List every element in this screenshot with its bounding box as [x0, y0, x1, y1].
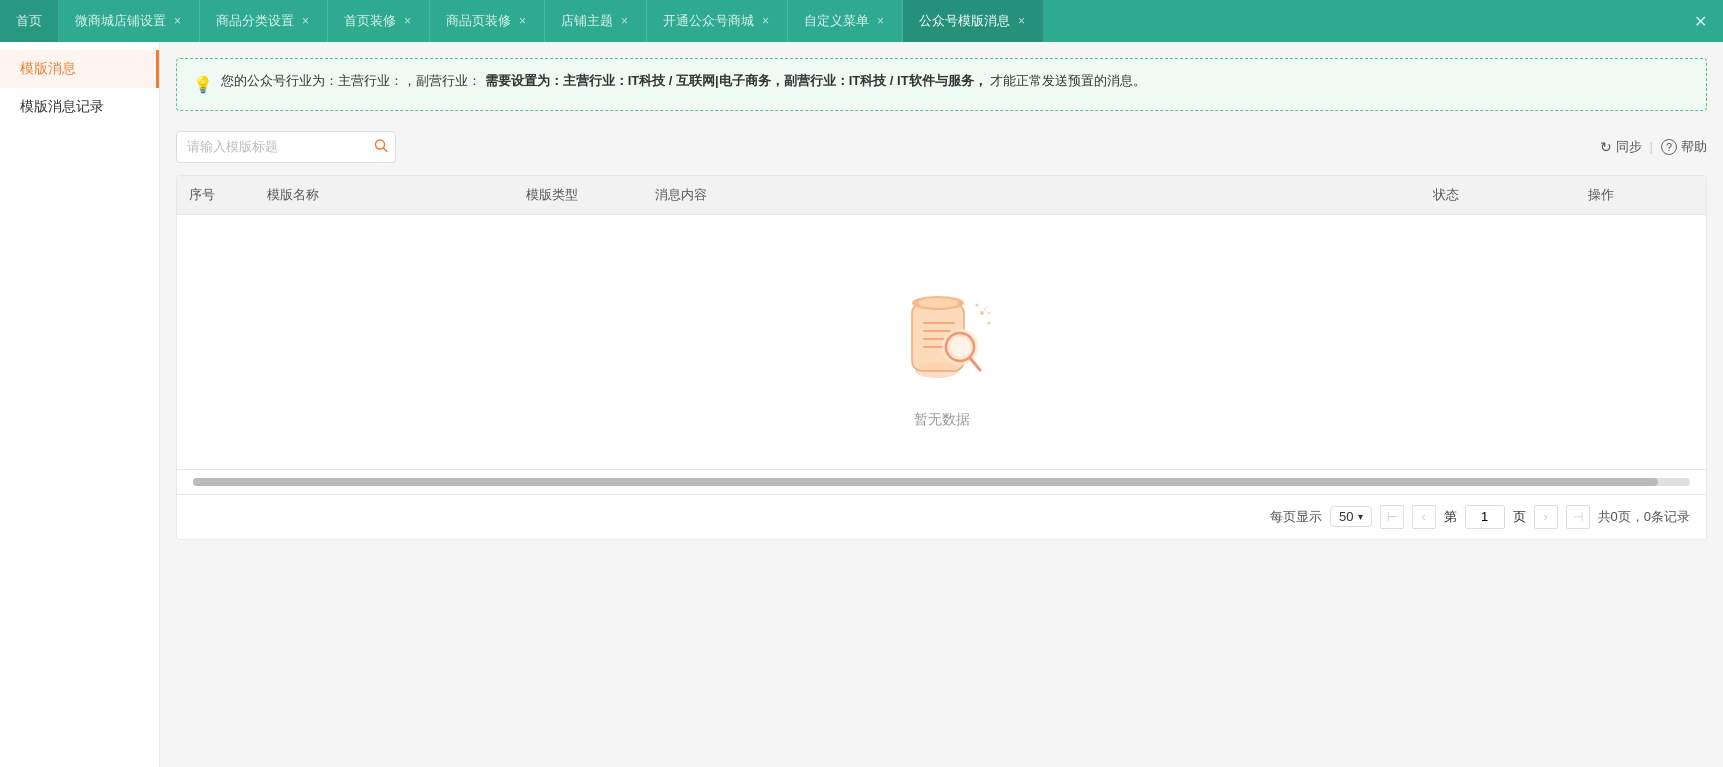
page-size-label: 每页显示: [1270, 508, 1322, 526]
tab-wechat-shop-close[interactable]: ×: [172, 12, 183, 30]
page-label-post: 页: [1513, 508, 1526, 526]
page-label-pre: 第: [1444, 508, 1457, 526]
tab-product-page-decor[interactable]: 商品页装修 ×: [430, 0, 545, 42]
page-size-value: 50: [1339, 509, 1353, 524]
scrollbar-thumb: [193, 478, 1658, 486]
svg-point-6: [918, 298, 958, 308]
content-area: 💡 您的公众号行业为：主营行业：，副营行业： 需要设置为：主营行业：IT科技 /…: [160, 42, 1723, 767]
svg-point-17: [975, 303, 978, 306]
tab-custom-menu[interactable]: 自定义菜单 ×: [788, 0, 903, 42]
svg-line-18: [984, 307, 987, 310]
last-page-button[interactable]: ⊣: [1566, 505, 1590, 529]
tab-bar-close-all[interactable]: ✕: [1678, 12, 1723, 31]
tab-product-category-label: 商品分类设置: [216, 12, 294, 30]
sidebar: 模版消息 模版消息记录: [0, 42, 160, 767]
notice-highlight: 需要设置为：主营行业：IT科技 / 互联网|电子商务，副营行业：IT科技 / I…: [485, 73, 987, 88]
notice-suffix: 才能正常发送预置的消息。: [990, 73, 1146, 88]
tab-shop-theme-close[interactable]: ×: [619, 12, 630, 30]
tab-home-decor-label: 首页装修: [344, 12, 396, 30]
empty-text: 暂无数据: [177, 411, 1706, 429]
refresh-icon: ↻: [1600, 139, 1612, 155]
notice-text: 您的公众号行业为：主营行业：，副营行业： 需要设置为：主营行业：IT科技 / 互…: [221, 71, 1146, 92]
empty-row: 暂无数据: [177, 214, 1706, 469]
tab-product-category[interactable]: 商品分类设置 ×: [200, 0, 328, 42]
table-header-row: 序号 模版名称 模版类型 消息内容 状态: [177, 176, 1706, 215]
tab-product-page-decor-close[interactable]: ×: [517, 12, 528, 30]
tab-wechat-shop[interactable]: 微商城店铺设置 ×: [59, 0, 200, 42]
tab-custom-menu-close[interactable]: ×: [875, 12, 886, 30]
search-icon[interactable]: [374, 138, 388, 155]
pagination: 每页显示 50 ▾ ⊢ ‹ 第 页 › ⊣ 共0页，0条记录: [177, 494, 1706, 539]
tab-custom-menu-label: 自定义菜单: [804, 12, 869, 30]
tab-open-public-shop-close[interactable]: ×: [760, 12, 771, 30]
data-table: 序号 模版名称 模版类型 消息内容 状态: [177, 176, 1706, 469]
svg-point-13: [950, 337, 970, 357]
tab-shop-theme[interactable]: 店铺主题 ×: [545, 0, 647, 42]
svg-point-16: [987, 321, 990, 324]
sync-label: 同步: [1616, 138, 1642, 156]
current-page-input[interactable]: [1465, 505, 1505, 529]
tab-wechat-shop-label: 微商城店铺设置: [75, 12, 166, 30]
tab-open-public-shop-label: 开通公众号商城: [663, 12, 754, 30]
table-body: 暂无数据: [177, 214, 1706, 469]
col-header-content: 消息内容: [643, 176, 1420, 215]
svg-line-14: [970, 358, 980, 370]
horizontal-scrollbar[interactable]: [193, 478, 1690, 486]
tab-template-message-close[interactable]: ×: [1016, 12, 1027, 30]
sidebar-item-template-message-record[interactable]: 模版消息记录: [0, 88, 159, 126]
search-input-wrap: [176, 131, 396, 163]
tab-home-decor[interactable]: 首页装修 ×: [328, 0, 430, 42]
notice-icon: 💡: [193, 72, 213, 98]
toolbar-divider: |: [1650, 139, 1653, 154]
tab-product-category-close[interactable]: ×: [300, 12, 311, 30]
tab-product-page-decor-label: 商品页装修: [446, 12, 511, 30]
col-header-status: 状态: [1421, 176, 1576, 215]
next-page-button[interactable]: ›: [1534, 505, 1558, 529]
svg-point-15: [980, 311, 984, 315]
help-label: 帮助: [1681, 138, 1707, 156]
first-page-button[interactable]: ⊢: [1380, 505, 1404, 529]
page-size-dropdown-icon: ▾: [1358, 511, 1363, 522]
search-input[interactable]: [176, 131, 396, 163]
tab-bar: 首页 微商城店铺设置 × 商品分类设置 × 首页装修 × 商品页装修 × 店铺主…: [0, 0, 1723, 42]
svg-line-1: [384, 148, 388, 152]
help-icon: ?: [1661, 139, 1677, 155]
sidebar-item-template-message-label: 模版消息: [20, 60, 76, 76]
table-header: 序号 模版名称 模版类型 消息内容 状态: [177, 176, 1706, 215]
col-header-seq: 序号: [177, 176, 255, 215]
toolbar-right: ↻ 同步 | ? 帮助: [1600, 138, 1707, 156]
tab-home-decor-close[interactable]: ×: [402, 12, 413, 30]
notice-box: 💡 您的公众号行业为：主营行业：，副营行业： 需要设置为：主营行业：IT科技 /…: [176, 58, 1707, 111]
prev-page-button[interactable]: ‹: [1412, 505, 1436, 529]
tab-template-message[interactable]: 公众号模版消息 ×: [903, 0, 1044, 42]
page-size-select[interactable]: 50 ▾: [1330, 506, 1371, 527]
main-layout: 模版消息 模版消息记录 💡 您的公众号行业为：主营行业：，副营行业： 需要设置为…: [0, 42, 1723, 767]
sidebar-item-template-message[interactable]: 模版消息: [0, 50, 159, 88]
col-header-name: 模版名称: [255, 176, 514, 215]
search-bar: ↻ 同步 | ? 帮助: [176, 131, 1707, 163]
scrollbar-area: [177, 469, 1706, 494]
tab-shop-theme-label: 店铺主题: [561, 12, 613, 30]
col-header-type: 模版类型: [514, 176, 644, 215]
tab-open-public-shop[interactable]: 开通公众号商城 ×: [647, 0, 788, 42]
col-header-action: 操作: [1576, 176, 1706, 215]
empty-illustration: [882, 275, 1002, 395]
tab-home-label: 首页: [16, 12, 42, 30]
sync-button[interactable]: ↻ 同步: [1600, 138, 1642, 156]
page-summary: 共0页，0条记录: [1598, 508, 1690, 526]
help-button[interactable]: ? 帮助: [1661, 138, 1707, 156]
notice-prefix: 您的公众号行业为：主营行业：，副营行业：: [221, 73, 481, 88]
sidebar-item-template-message-record-label: 模版消息记录: [20, 98, 104, 114]
tab-template-message-label: 公众号模版消息: [919, 12, 1010, 30]
empty-state: 暂无数据: [177, 215, 1706, 469]
tab-home[interactable]: 首页: [0, 0, 59, 42]
table-wrapper: 序号 模版名称 模版类型 消息内容 状态: [176, 175, 1707, 540]
